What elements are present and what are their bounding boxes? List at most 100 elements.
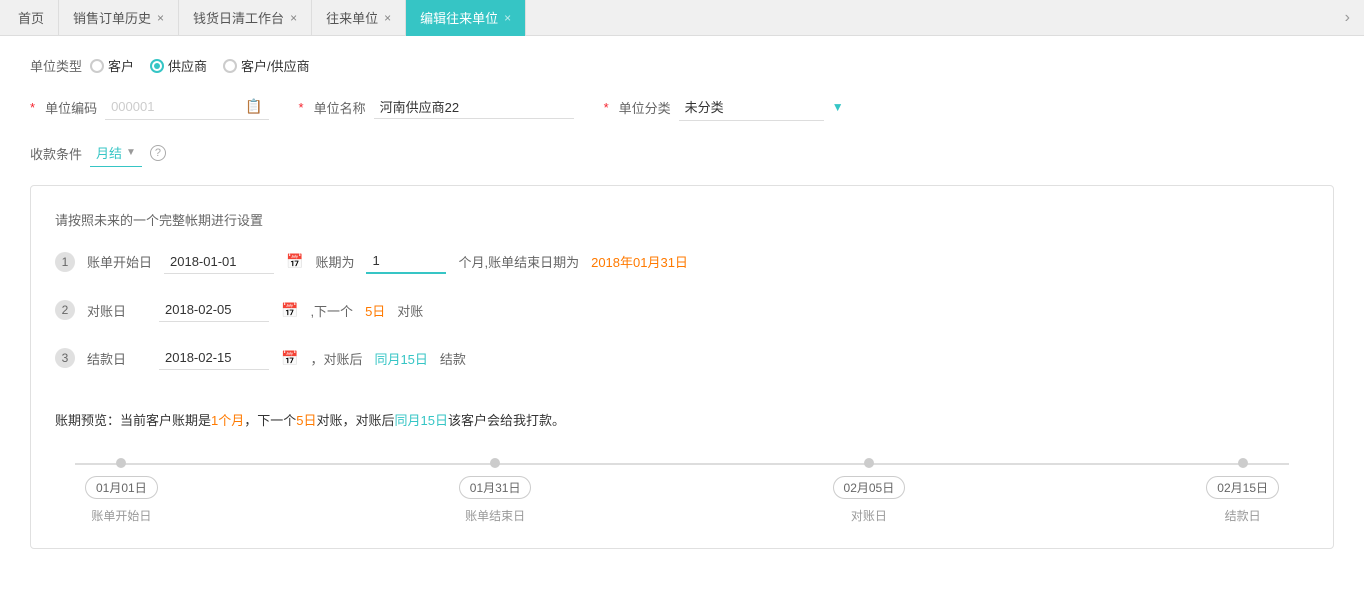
unit-type-group: 单位类型 客户 供应商 客户/供应商 [30,56,310,75]
tab-bar: 首页 销售订单历史 × 钱货日清工作台 × 往来单位 × 编辑往来单位 × › [0,0,1364,36]
setting-row-3: 3 结款日 📅 ，对账后 同月15日 结款 [55,346,1309,370]
main-content: 单位类型 客户 供应商 客户/供应商 * 单位编码 [0,36,1364,608]
tab-home[interactable]: 首页 [4,0,59,36]
unit-class-label: 单位分类 [619,98,671,117]
radio-both[interactable]: 客户/供应商 [223,56,310,75]
payment-desc-suffix: 结款 [440,349,466,368]
payment-date-calendar-icon[interactable]: 📅 [281,350,298,367]
calendar-copy-icon[interactable]: 📋 [245,98,262,115]
timeline-label-4: 结款日 [1225,507,1261,524]
tab-edit-partner-label: 编辑往来单位 [420,8,498,27]
radio-supplier-circle [150,59,164,73]
payment-label: 收款条件 [30,144,82,163]
close-edit-partner-icon[interactable]: × [504,11,511,25]
radio-customer-label: 客户 [108,56,134,75]
start-date-input[interactable] [164,250,274,274]
payment-day-highlight: 同月15日 [374,349,427,368]
unit-type-radio-group: 客户 供应商 客户/供应商 [90,56,310,75]
timeline-node-1: 01月01日 账单开始日 [85,453,158,524]
timeline-dot-1 [116,458,126,468]
timeline-label-2: 账单结束日 [465,507,525,524]
radio-customer[interactable]: 客户 [90,56,134,75]
period-end-date: 2018年01月31日 [591,252,688,271]
preview-p3: 同月15日 [395,413,448,428]
payment-help-icon[interactable]: ? [150,145,166,161]
payment-group: 收款条件 月结 ▼ ? [30,139,166,167]
preview-mid1: ，下一个 [244,413,296,428]
tab-sales-history[interactable]: 销售订单历史 × [59,0,179,36]
tab-cash-work-label: 钱货日清工作台 [193,8,284,27]
timeline-dot-2 [490,458,500,468]
payment-desc-prefix: ，对账后 [310,349,362,368]
unit-class-value: 未分类 [685,97,724,116]
payment-row: 收款条件 月结 ▼ ? [30,139,1334,167]
unit-type-label: 单位类型 [30,56,82,75]
radio-supplier[interactable]: 供应商 [150,56,207,75]
unit-class-select[interactable]: 未分类 [679,93,824,121]
timeline-dot-3 [864,458,874,468]
tab-more-button[interactable]: › [1335,0,1360,36]
setting-row-2: 2 对账日 📅 ,下一个 5日 对账 [55,298,1309,322]
tab-sales-history-label: 销售订单历史 [73,8,151,27]
setting-num-2: 2 [55,300,75,320]
reconcile-date-input[interactable] [159,298,269,322]
preview-p1: 1个月 [211,413,244,428]
unit-code-input-wrapper: 📋 [105,94,268,120]
unit-code-input[interactable] [111,99,241,114]
radio-supplier-label: 供应商 [168,56,207,75]
tab-partner-label: 往来单位 [326,8,378,27]
timeline-badge-1: 01月01日 [85,476,158,499]
timeline-badge-3: 02月05日 [833,476,906,499]
timeline-node-3: 02月05日 对账日 [833,453,906,524]
start-date-calendar-icon[interactable]: 📅 [286,253,303,270]
close-cash-work-icon[interactable]: × [290,11,297,25]
unit-info-row: * 单位编码 📋 * 单位名称 * 单位分类 未分类 ▼ [30,93,1334,121]
tab-partner[interactable]: 往来单位 × [312,0,406,36]
unit-name-input[interactable] [374,95,574,119]
reconcile-day-highlight: 5日 [365,301,385,320]
tab-home-label: 首页 [18,8,44,27]
setting-label-2: 对账日 [87,301,147,320]
close-partner-icon[interactable]: × [384,11,391,25]
unit-class-group: * 单位分类 未分类 ▼ [604,93,844,121]
close-sales-history-icon[interactable]: × [157,11,164,25]
unit-name-label: 单位名称 [314,98,366,117]
timeline-badge-2: 01月31日 [459,476,532,499]
timeline-nodes: 01月01日 账单开始日 01月31日 账单结束日 02月05日 对账日 [85,453,1279,524]
panel-hint: 请按照未来的一个完整帐期进行设置 [55,210,1309,229]
period-suffix: 个月,账单结束日期为 [458,252,579,271]
payment-date-input[interactable] [159,346,269,370]
payment-value: 月结 [96,143,122,162]
setting-label-3: 结款日 [87,349,147,368]
timeline-node-2: 01月31日 账单结束日 [459,453,532,524]
period-prefix: 账期为 [315,252,354,271]
unit-name-star: * [299,100,304,115]
unit-code-label: 单位编码 [45,98,97,117]
timeline-label-1: 账单开始日 [91,507,151,524]
payment-select[interactable]: 月结 ▼ [90,139,142,167]
timeline-badge-4: 02月15日 [1206,476,1279,499]
preview-text: 账期预览：当前客户账期是1个月，下一个5日对账，对账后同月15日该客户会给我打款… [55,410,1309,429]
tab-edit-partner[interactable]: 编辑往来单位 × [406,0,526,36]
unit-class-arrow-icon[interactable]: ▼ [832,100,844,114]
reconcile-date-calendar-icon[interactable]: 📅 [281,302,298,319]
unit-code-star: * [30,100,35,115]
tab-cash-work[interactable]: 钱货日清工作台 × [179,0,312,36]
timeline-wrapper: 01月01日 账单开始日 01月31日 账单结束日 02月05日 对账日 [55,453,1309,524]
reconcile-desc-prefix: ,下一个 [310,301,353,320]
setting-num-3: 3 [55,348,75,368]
preview-label: 账期预览：当前客户账期是 [55,413,211,428]
radio-both-circle [223,59,237,73]
unit-code-group: * 单位编码 📋 [30,94,269,120]
preview-end: 该客户会给我打款。 [448,413,565,428]
radio-both-label: 客户/供应商 [241,56,310,75]
timeline-dot-4 [1238,458,1248,468]
radio-customer-circle [90,59,104,73]
preview-section: 账期预览：当前客户账期是1个月，下一个5日对账，对账后同月15日该客户会给我打款… [55,394,1309,524]
preview-mid2: 对账，对账后 [317,413,395,428]
period-input[interactable] [366,249,446,274]
reconcile-desc-suffix: 对账 [397,301,423,320]
payment-arrow-icon: ▼ [126,147,136,158]
setting-label-1: 账单开始日 [87,252,152,271]
unit-name-group: * 单位名称 [299,95,574,119]
